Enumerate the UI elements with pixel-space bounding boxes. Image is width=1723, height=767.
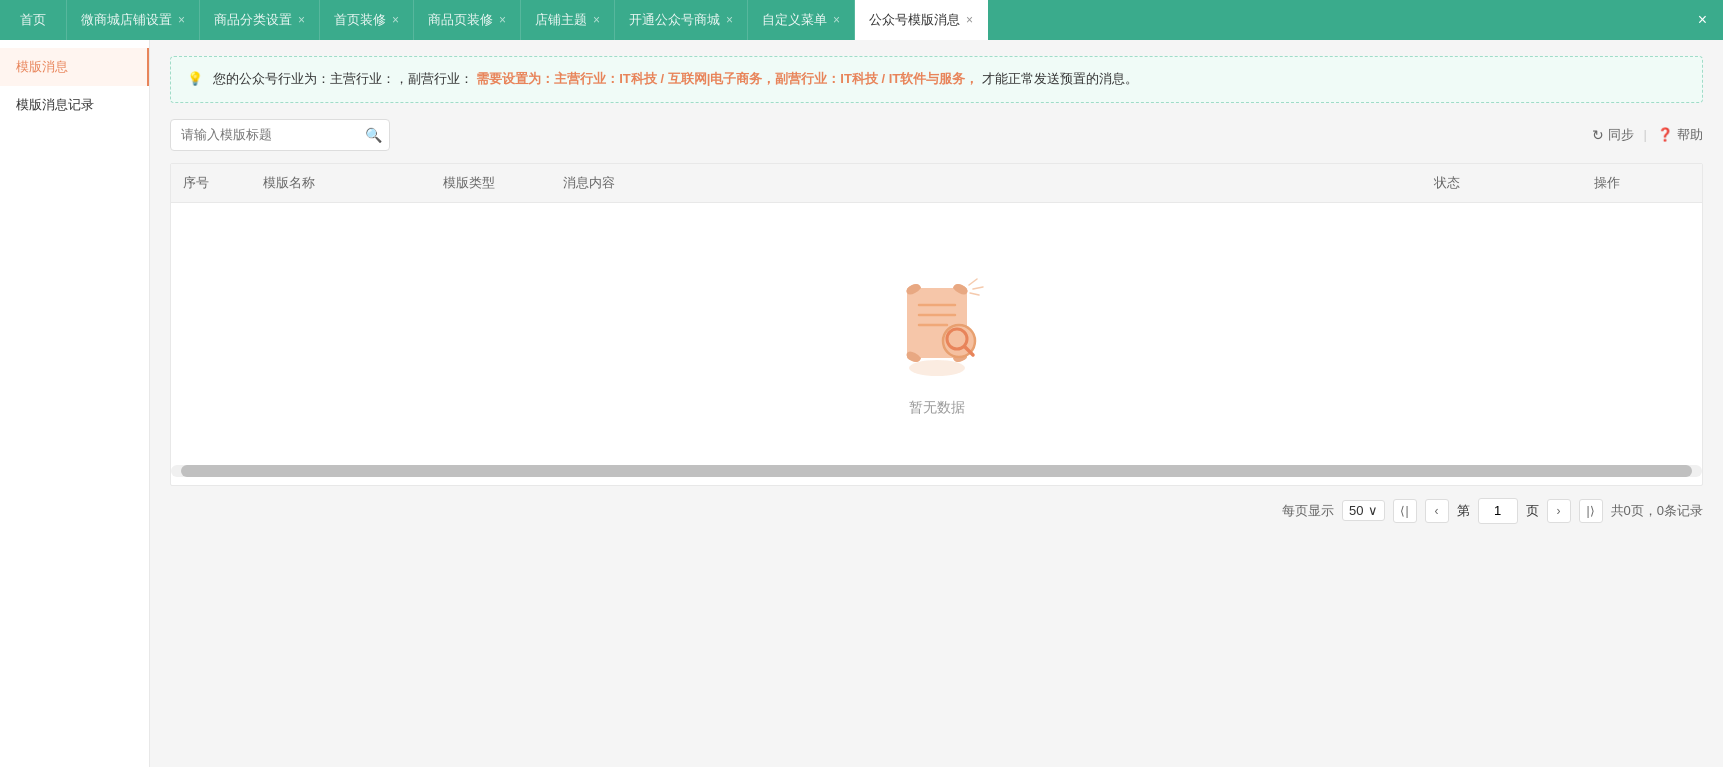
search-input[interactable] [170, 119, 390, 151]
tab-shop-theme-label: 店铺主题 [535, 11, 587, 29]
sidebar-item-template-message-label: 模版消息 [16, 59, 68, 74]
tab-home-decor[interactable]: 首页装修 × [320, 0, 414, 40]
table-wrap: 序号 模版名称 模版类型 消息内容 状态 操作 [170, 163, 1703, 486]
empty-state: 暂无数据 [171, 203, 1702, 457]
tab-shop-settings-close[interactable]: × [178, 13, 185, 27]
th-content: 消息内容 [551, 164, 1422, 202]
th-status: 状态 [1422, 164, 1582, 202]
tab-template-msg[interactable]: 公众号模版消息 × [855, 0, 988, 40]
th-index: 序号 [171, 164, 251, 202]
svg-line-9 [970, 293, 979, 295]
tab-custom-menu-close[interactable]: × [833, 13, 840, 27]
notice-text-after: 才能正常发送预置的消息。 [982, 71, 1138, 86]
tab-open-mall[interactable]: 开通公众号商城 × [615, 0, 748, 40]
tab-custom-menu[interactable]: 自定义菜单 × [748, 0, 855, 40]
search-input-wrap: 🔍 [170, 119, 390, 151]
content-area: 💡 您的公众号行业为：主营行业：，副营行业： 需要设置为：主营行业：IT科技 /… [150, 40, 1723, 767]
table-header: 序号 模版名称 模版类型 消息内容 状态 操作 [171, 164, 1702, 203]
pagination: 每页显示 50 ∨ ⟨| ‹ 第 页 › |⟩ 共0页，0条记录 [170, 486, 1703, 528]
window-close-button[interactable]: × [1682, 11, 1723, 29]
sidebar-item-template-record-label: 模版消息记录 [16, 97, 94, 112]
tab-product-category-label: 商品分类设置 [214, 11, 292, 29]
tab-product-category[interactable]: 商品分类设置 × [200, 0, 320, 40]
svg-line-7 [969, 279, 977, 285]
scrollbar[interactable] [171, 465, 1702, 477]
tab-shop-theme-close[interactable]: × [593, 13, 600, 27]
empty-text: 暂无数据 [909, 399, 965, 417]
tab-custom-menu-label: 自定义菜单 [762, 11, 827, 29]
notice-icon: 💡 [187, 71, 203, 86]
page-unit: 页 [1526, 502, 1539, 520]
help-label: 帮助 [1677, 126, 1703, 144]
tab-template-msg-label: 公众号模版消息 [869, 11, 960, 29]
svg-point-0 [909, 360, 965, 376]
tab-product-decor-label: 商品页装修 [428, 11, 493, 29]
notice-highlight-text: 需要设置为：主营行业：IT科技 / 互联网|电子商务，副营行业：IT科技 / I… [476, 71, 978, 86]
sync-icon: ↻ [1592, 127, 1604, 143]
last-page-button[interactable]: |⟩ [1579, 499, 1603, 523]
empty-illustration [877, 263, 997, 383]
help-button[interactable]: ❓ 帮助 [1657, 126, 1703, 144]
tab-shop-theme[interactable]: 店铺主题 × [521, 0, 615, 40]
tab-open-mall-label: 开通公众号商城 [629, 11, 720, 29]
search-left: 🔍 [170, 119, 390, 151]
current-page-input[interactable] [1478, 498, 1518, 524]
tab-home-decor-close[interactable]: × [392, 13, 399, 27]
page-label-first: 第 [1457, 502, 1470, 520]
sync-label: 同步 [1608, 126, 1634, 144]
page-size-value: 50 [1349, 503, 1363, 518]
tab-home-decor-label: 首页装修 [334, 11, 386, 29]
tab-home[interactable]: 首页 [0, 0, 67, 40]
divider: | [1644, 127, 1647, 142]
th-name: 模版名称 [251, 164, 431, 202]
help-icon: ❓ [1657, 127, 1673, 142]
notice-banner: 💡 您的公众号行业为：主营行业：，副营行业： 需要设置为：主营行业：IT科技 /… [170, 56, 1703, 103]
th-action: 操作 [1582, 164, 1702, 202]
page-size-dropdown-icon: ∨ [1368, 503, 1378, 518]
tab-product-decor-close[interactable]: × [499, 13, 506, 27]
page-size-label: 每页显示 [1282, 502, 1334, 520]
sidebar: 模版消息 模版消息记录 [0, 40, 150, 767]
tab-template-msg-close[interactable]: × [966, 13, 973, 27]
tab-product-category-close[interactable]: × [298, 13, 305, 27]
th-type: 模版类型 [431, 164, 551, 202]
prev-page-button[interactable]: ‹ [1425, 499, 1449, 523]
next-page-button[interactable]: › [1547, 499, 1571, 523]
main-layout: 模版消息 模版消息记录 💡 您的公众号行业为：主营行业：，副营行业： 需要设置为… [0, 40, 1723, 767]
search-bar: 🔍 ↻ 同步 | ❓ 帮助 [170, 119, 1703, 151]
sidebar-item-template-message[interactable]: 模版消息 [0, 48, 149, 86]
page-size-select[interactable]: 50 ∨ [1342, 500, 1384, 521]
svg-line-8 [973, 287, 983, 289]
tab-open-mall-close[interactable]: × [726, 13, 733, 27]
tab-home-label: 首页 [20, 11, 46, 29]
tab-shop-settings[interactable]: 微商城店铺设置 × [67, 0, 200, 40]
notice-text-before: 您的公众号行业为：主营行业：，副营行业： [213, 71, 473, 86]
total-text: 共0页，0条记录 [1611, 502, 1703, 520]
tab-product-decor[interactable]: 商品页装修 × [414, 0, 521, 40]
tab-shop-settings-label: 微商城店铺设置 [81, 11, 172, 29]
sidebar-item-template-record[interactable]: 模版消息记录 [0, 86, 149, 124]
search-right: ↻ 同步 | ❓ 帮助 [1592, 126, 1703, 144]
search-icon[interactable]: 🔍 [365, 127, 382, 143]
tab-bar: 首页 微商城店铺设置 × 商品分类设置 × 首页装修 × 商品页装修 × 店铺主… [0, 0, 1723, 40]
first-page-button[interactable]: ⟨| [1393, 499, 1417, 523]
sync-button[interactable]: ↻ 同步 [1592, 126, 1634, 144]
scrollbar-thumb[interactable] [181, 465, 1692, 477]
